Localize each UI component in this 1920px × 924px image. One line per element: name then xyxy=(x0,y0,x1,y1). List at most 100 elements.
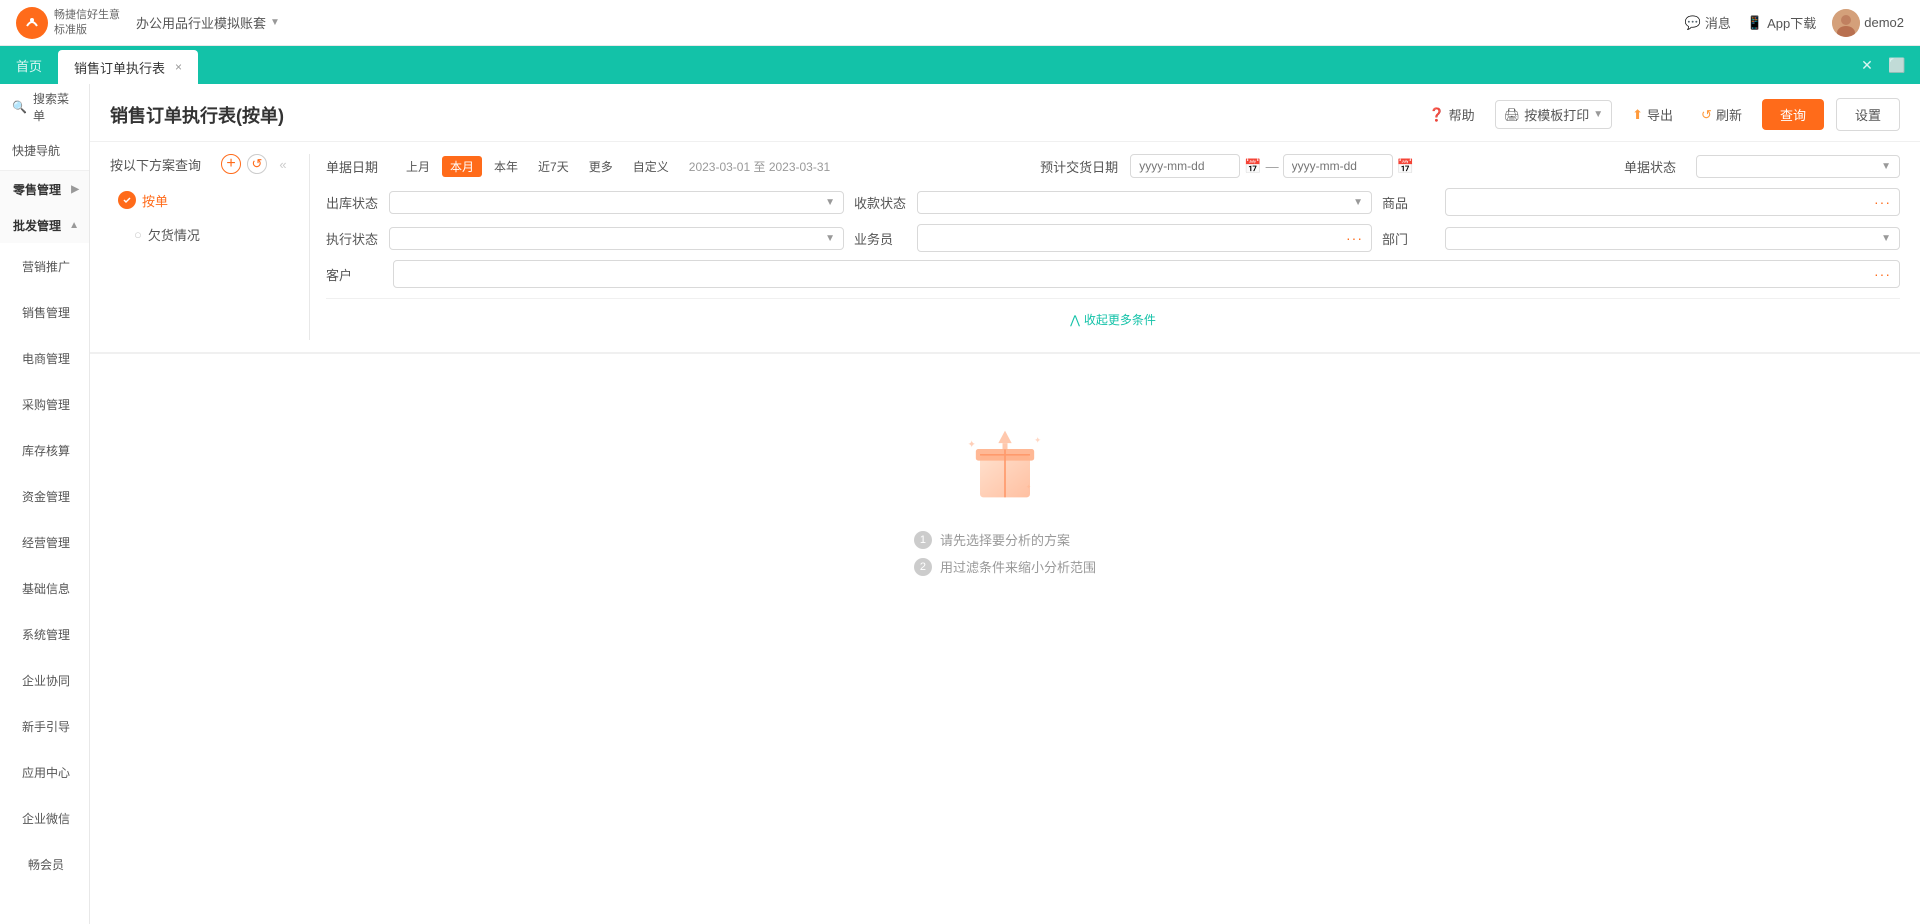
sidebar-item-finance[interactable]: 资金管理 xyxy=(0,473,89,519)
sidebar-system-label: 系统管理 xyxy=(22,626,70,643)
logo-text: 畅捷信好生意 标准版 xyxy=(54,8,120,37)
sidebar-item-inventory[interactable]: 库存核算 xyxy=(0,427,89,473)
home-tab-label: 首页 xyxy=(16,56,42,75)
payment-status-select[interactable]: ▼ xyxy=(917,191,1372,214)
svg-text:✦: ✦ xyxy=(968,439,976,450)
sidebar-item-newbie[interactable]: 新手引导 xyxy=(0,703,89,749)
calendar-start-icon[interactable]: 📅 xyxy=(1244,158,1261,175)
app-download-button[interactable]: 📱 App下载 xyxy=(1747,13,1816,32)
department-select[interactable]: ▼ xyxy=(1445,227,1900,250)
page-actions: ❓ 帮助 🖨 按模板打印 ▼ ⬆ 导出 ↺ 刷新 查询 设置 xyxy=(1420,98,1900,131)
filter-right-panel: 单据日期 上月 本月 本年 近7天 更多 自定义 2023-03-01 至 20… xyxy=(326,154,1900,340)
subitem-label: 欠货情况 xyxy=(148,225,200,244)
date-tab-custom[interactable]: 自定义 xyxy=(625,156,677,177)
top-bar-left: 畅捷信好生意 标准版 办公用品行业模拟账套 ▼ xyxy=(16,7,288,39)
date-tab-this-month[interactable]: 本月 xyxy=(442,156,482,177)
sidebar-section-retail[interactable]: 零售管理 ▶ xyxy=(0,171,89,207)
scheme-按单[interactable]: 按单 xyxy=(110,182,293,218)
tab-home[interactable]: 首页 xyxy=(0,46,58,84)
settings-button[interactable]: 设置 xyxy=(1836,98,1900,131)
refresh-scheme-button[interactable]: ↺ xyxy=(247,154,267,174)
collapse-icon: ⋀ xyxy=(1070,313,1080,327)
sidebar-item-business[interactable]: 经营管理 xyxy=(0,519,89,565)
sidebar-item-corp-wechat[interactable]: 企业微信 xyxy=(0,795,89,841)
status-select[interactable]: ▼ xyxy=(1696,155,1900,178)
sidebar-quick-nav[interactable]: 快捷导航 xyxy=(0,130,89,170)
sidebar-item-member[interactable]: 畅会员 xyxy=(0,841,89,887)
sidebar-item-ecommerce[interactable]: 电商管理 xyxy=(0,335,89,381)
scheme-subitem-shortage[interactable]: ○ 欠货情况 xyxy=(110,218,293,250)
search-button[interactable]: 查询 xyxy=(1762,99,1824,130)
date-tab-7days[interactable]: 近7天 xyxy=(530,156,577,177)
delivery-status-label: 出库状态 xyxy=(326,193,381,212)
filter-item-exec-status: 执行状态 ▼ xyxy=(326,224,844,252)
avatar xyxy=(1832,9,1860,37)
payment-status-arrow-icon: ▼ xyxy=(1353,197,1363,208)
add-scheme-button[interactable]: + xyxy=(221,154,241,174)
chevron-down-icon: ▼ xyxy=(270,17,280,28)
sidebar-item-app-center[interactable]: 应用中心 xyxy=(0,749,89,795)
nav-tabs: 首页 销售订单执行表 × ✕ ⬜ xyxy=(0,46,1920,84)
filter-left-header: 按以下方案查询 + ↺ « xyxy=(110,154,293,174)
empty-illustration: ✦ ✦ ✦ xyxy=(955,414,1055,514)
download-icon: 📱 xyxy=(1747,15,1763,31)
scheme-icon xyxy=(118,191,136,209)
delivery-status-select[interactable]: ▼ xyxy=(389,191,844,214)
search-icon: 🔍 xyxy=(12,100,27,114)
sidebar-item-sales[interactable]: 销售管理 xyxy=(0,289,89,335)
svg-text:✦: ✦ xyxy=(1026,483,1032,491)
calendar-end-icon[interactable]: 📅 xyxy=(1397,158,1414,175)
sidebar-search-menu[interactable]: 🔍 搜索菜单 xyxy=(0,84,89,130)
product-select[interactable]: ··· xyxy=(1445,188,1900,216)
date-tab-this-year[interactable]: 本年 xyxy=(486,156,526,177)
expected-date-end[interactable] xyxy=(1283,154,1393,178)
sidebar-item-marketing[interactable]: 营销推广 xyxy=(0,243,89,289)
status-select-arrow-icon: ▼ xyxy=(1881,161,1891,172)
tab-close-icon[interactable]: × xyxy=(175,60,182,74)
page-container: 销售订单执行表(按单) ❓ 帮助 🖨 按模板打印 ▼ ⬆ 导出 ↺ 刷新 xyxy=(90,84,1920,924)
window-close-button[interactable]: ✕ xyxy=(1856,54,1878,76)
tip-num-2: 2 xyxy=(914,558,932,576)
salesperson-select[interactable]: ··· xyxy=(917,224,1372,252)
svg-text:✦: ✦ xyxy=(1034,435,1041,445)
help-button[interactable]: ❓ 帮助 xyxy=(1420,101,1482,128)
export-button[interactable]: ⬆ 导出 xyxy=(1624,101,1681,128)
delivery-status-arrow-icon: ▼ xyxy=(825,197,835,208)
sidebar-item-basic[interactable]: 基础信息 xyxy=(0,565,89,611)
customer-select[interactable]: ··· xyxy=(393,260,1900,288)
refresh-button[interactable]: ↺ 刷新 xyxy=(1693,101,1750,128)
collapse-panel-button[interactable]: « xyxy=(273,154,293,174)
sidebar-section-wholesale[interactable]: 批发管理 ▲ xyxy=(0,207,89,243)
user-menu[interactable]: demo2 xyxy=(1832,9,1904,37)
window-maximize-button[interactable]: ⬜ xyxy=(1886,54,1908,76)
date-tab-more[interactable]: 更多 xyxy=(581,156,621,177)
collapse-more-conditions-button[interactable]: ⋀ 收起更多条件 xyxy=(326,307,1900,332)
app-selector[interactable]: 办公用品行业模拟账套 ▼ xyxy=(128,9,288,36)
tip-text-1: 请先选择要分析的方案 xyxy=(940,530,1070,549)
sidebar-purchase-label: 采购管理 xyxy=(22,396,70,413)
sidebar-item-corp[interactable]: 企业协同 xyxy=(0,657,89,703)
date-filter-label: 单据日期 xyxy=(326,157,386,176)
logo-icon xyxy=(16,7,48,39)
expected-date-label: 预计交货日期 xyxy=(1040,157,1118,176)
top-bar-right: 💬 消息 📱 App下载 demo2 xyxy=(1685,9,1904,37)
print-icon: 🖨 xyxy=(1504,107,1521,123)
filter-item-product: 商品 ··· xyxy=(1382,188,1900,216)
exec-status-select[interactable]: ▼ xyxy=(389,227,844,250)
subitem-icon: ○ xyxy=(134,227,142,242)
page-header: 销售订单执行表(按单) ❓ 帮助 🖨 按模板打印 ▼ ⬆ 导出 ↺ 刷新 xyxy=(90,84,1920,142)
tab-sales-order[interactable]: 销售订单执行表 × xyxy=(58,50,198,84)
sidebar-newbie-label: 新手引导 xyxy=(22,718,70,735)
filter-left-icons: + ↺ « xyxy=(221,154,293,174)
date-tab-last-month[interactable]: 上月 xyxy=(398,156,438,177)
sidebar-item-purchase[interactable]: 采购管理 xyxy=(0,381,89,427)
tip-num-1: 1 xyxy=(914,531,932,549)
empty-tips: 1 请先选择要分析的方案 2 用过滤条件来缩小分析范围 xyxy=(914,530,1096,576)
sidebar-item-system[interactable]: 系统管理 xyxy=(0,611,89,657)
filter-left-panel: 按以下方案查询 + ↺ « 按单 xyxy=(110,154,310,340)
expected-date-start[interactable] xyxy=(1130,154,1240,178)
message-button[interactable]: 💬 消息 xyxy=(1685,13,1731,32)
filter-item-delivery-status: 出库状态 ▼ xyxy=(326,188,844,216)
print-button[interactable]: 🖨 按模板打印 ▼ xyxy=(1495,100,1612,129)
date-separator: — xyxy=(1266,159,1279,174)
